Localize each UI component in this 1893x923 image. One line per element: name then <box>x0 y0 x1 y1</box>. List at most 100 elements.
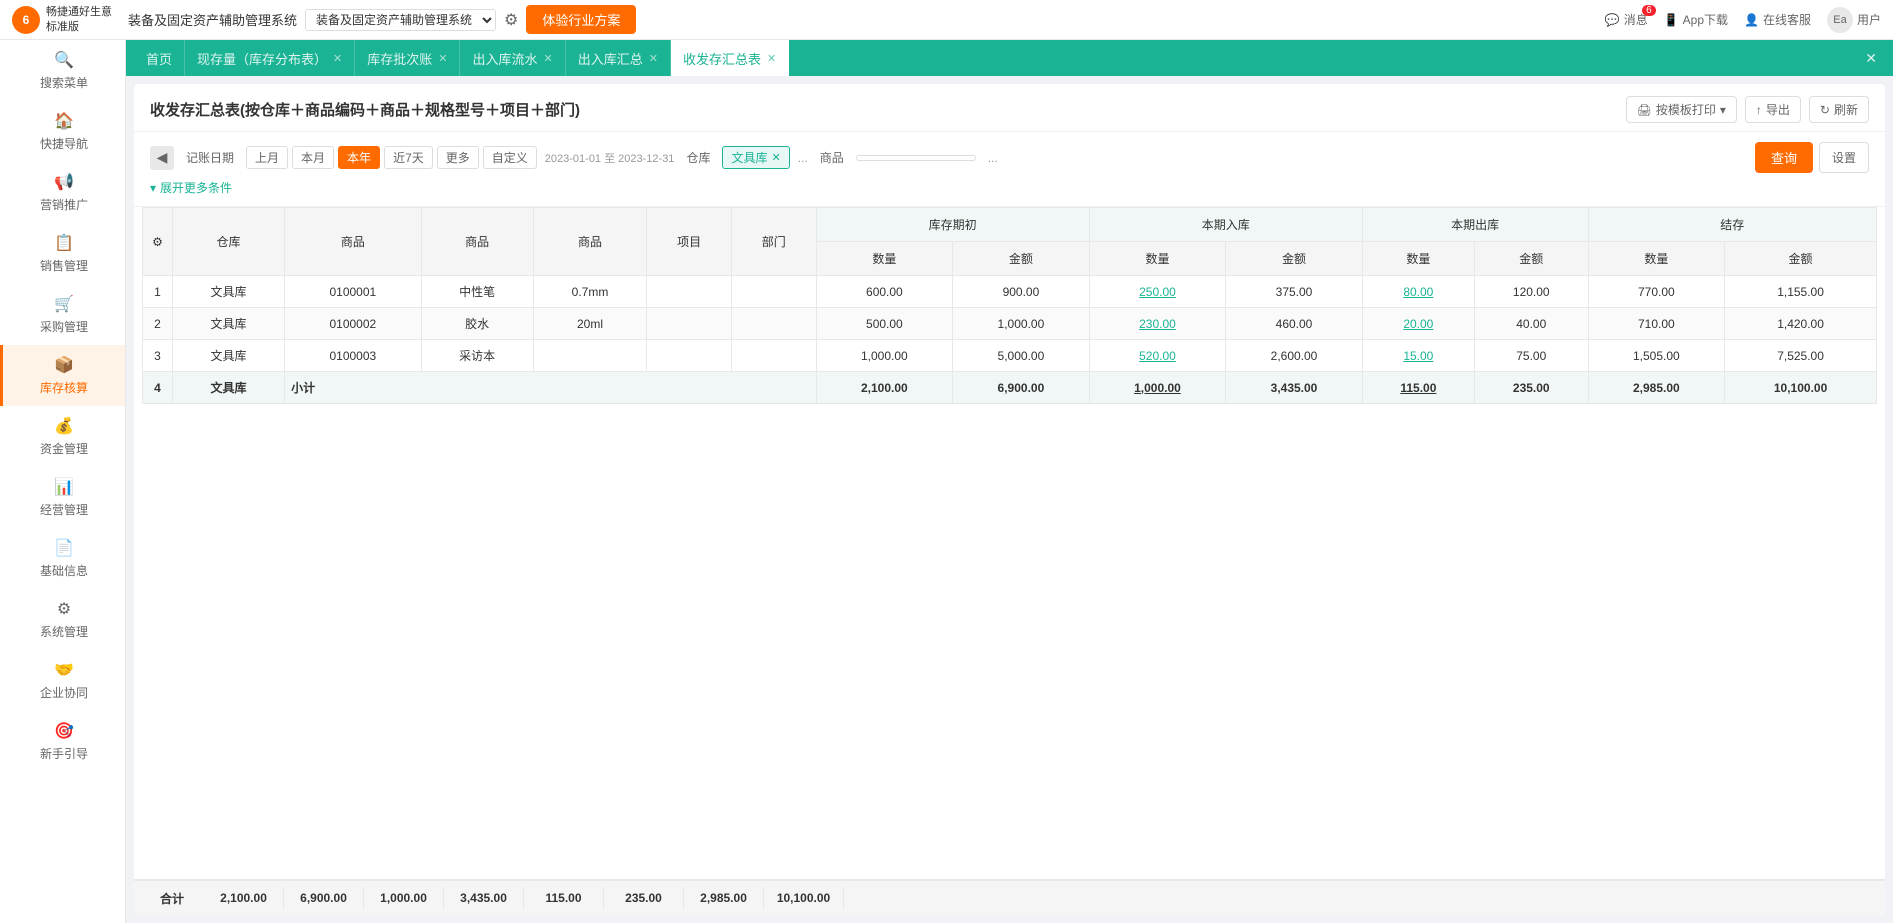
sidebar-item-finance[interactable]: 💰 资金管理 <box>0 406 125 467</box>
sidebar-item-operations[interactable]: 📊 经营管理 <box>0 467 125 528</box>
col-product-name-header: 商品 <box>421 208 533 276</box>
row-spec <box>533 340 647 372</box>
sidebar: 🔍 搜索菜单 🏠 快捷导航 📢 营销推广 📋 销售管理 🛒 采购管理 📦 <box>0 40 126 923</box>
col-group-out: 本期出库 <box>1362 208 1588 242</box>
sidebar-item-marketing[interactable]: 📢 营销推广 <box>0 162 125 223</box>
table-row: 3 文具库 0100003 采访本 1,000.00 5,000.00 520.… <box>143 340 1877 372</box>
gear-button[interactable]: ⚙ <box>504 10 518 30</box>
table-area: ⚙ 仓库 商品 商品 商品 项目 部门 库存期初 本期入库 本期出库 结存 <box>134 207 1885 879</box>
sidebar-item-inventory[interactable]: 📦 库存核算 <box>0 345 125 406</box>
query-button[interactable]: 查询 <box>1755 142 1813 173</box>
table-row: 1 文具库 0100001 中性笔 0.7mm 600.00 900.00 25… <box>143 276 1877 308</box>
filter-area: ◀ 记账日期 上月 本月 本年 近7天 更多 自定义 2023-01-01 至 … <box>134 132 1885 207</box>
online-service-button[interactable]: 👤 在线客服 <box>1744 11 1811 28</box>
sidebar-item-label: 营销推广 <box>40 196 88 213</box>
home-icon: 🏠 <box>54 111 74 131</box>
message-button[interactable]: 💬 消息 6 <box>1605 11 1648 28</box>
tab-batch[interactable]: 库存批次账 ✕ <box>355 40 460 76</box>
sidebar-item-purchase[interactable]: 🛒 采购管理 <box>0 284 125 345</box>
trial-button[interactable]: 体验行业方案 <box>526 5 636 34</box>
row-opening-amt: 900.00 <box>953 276 1090 308</box>
row-dept <box>731 308 816 340</box>
sidebar-item-label: 搜索菜单 <box>40 74 88 91</box>
sidebar-item-label: 经营管理 <box>40 501 88 518</box>
row-opening-amt: 5,000.00 <box>953 340 1090 372</box>
col-group-closing: 结存 <box>1588 208 1876 242</box>
finance-icon: 💰 <box>54 416 74 436</box>
sidebar-item-basic-info[interactable]: 📄 基础信息 <box>0 528 125 589</box>
row-out-qty[interactable]: 15.00 <box>1362 340 1474 372</box>
date-btn-custom[interactable]: 自定义 <box>483 146 537 169</box>
tab-inventory-dist[interactable]: 现存量（库存分布表） ✕ <box>185 40 355 76</box>
col-warehouse-header: 仓库 <box>173 208 285 276</box>
row-out-amt: 120.00 <box>1474 276 1588 308</box>
product-more[interactable]: ... <box>988 151 998 165</box>
product-input[interactable] <box>856 155 976 161</box>
tab-home[interactable]: 首页 <box>134 40 185 76</box>
sidebar-item-enterprise[interactable]: 🤝 企业协同 <box>0 650 125 711</box>
system-dropdown[interactable]: 装备及固定资产辅助管理系统 <box>305 9 496 31</box>
sidebar-item-system[interactable]: ⚙ 系统管理 <box>0 589 125 650</box>
settings-button[interactable]: 设置 <box>1819 142 1869 173</box>
tab-close-batch[interactable]: ✕ <box>438 52 447 65</box>
row-closing-qty: 770.00 <box>1588 276 1725 308</box>
sidebar-item-guide[interactable]: 🎯 新手引导 <box>0 711 125 772</box>
tab-close-summary[interactable]: ✕ <box>649 52 658 65</box>
tab-close-flow[interactable]: ✕ <box>544 52 553 65</box>
refresh-button[interactable]: ↻ 刷新 <box>1809 96 1869 123</box>
date-btn-more[interactable]: 更多 <box>437 146 479 169</box>
row-product-code: 0100001 <box>285 276 422 308</box>
col-spec-header: 商品 <box>533 208 647 276</box>
tab-close-receive-summary[interactable]: ✕ <box>767 52 776 65</box>
tab-receive-summary[interactable]: 收发存汇总表 ✕ <box>671 40 789 76</box>
row-in-amt: 2,600.00 <box>1226 340 1363 372</box>
app-download-button[interactable]: 📱 App下载 <box>1664 11 1728 28</box>
print-button[interactable]: 🖨 按模板打印 ▾ <box>1626 96 1737 123</box>
sidebar-item-label: 快捷导航 <box>40 135 88 152</box>
row-in-qty[interactable]: 230.00 <box>1089 308 1226 340</box>
page-actions: 🖨 按模板打印 ▾ ↑ 导出 ↻ 刷新 <box>1626 96 1869 123</box>
warehouse-label: 仓库 <box>686 149 710 166</box>
warehouse-more[interactable]: ... <box>798 151 808 165</box>
row-no: 1 <box>143 276 173 308</box>
row-in-qty[interactable]: 520.00 <box>1089 340 1226 372</box>
row-in-qty[interactable]: 250.00 <box>1089 276 1226 308</box>
col-closing-qty: 数量 <box>1588 242 1725 276</box>
product-label: 商品 <box>820 149 844 166</box>
user-area[interactable]: Ea 用户 <box>1827 7 1881 33</box>
row-product-code: 0100003 <box>285 340 422 372</box>
row-out-qty[interactable]: 80.00 <box>1362 276 1474 308</box>
row-no: 2 <box>143 308 173 340</box>
tab-summary[interactable]: 出入库汇总 ✕ <box>566 40 671 76</box>
date-btn-this-month[interactable]: 本月 <box>292 146 334 169</box>
sidebar-item-sales[interactable]: 📋 销售管理 <box>0 223 125 284</box>
total-opening-qty: 2,100.00 <box>204 887 284 909</box>
tab-flow[interactable]: 出入库流水 ✕ <box>460 40 565 76</box>
expand-button[interactable]: ▾ 展开更多条件 <box>150 179 1869 196</box>
logo-icon: 6 <box>12 6 40 34</box>
table-settings-icon[interactable]: ⚙ <box>143 208 173 276</box>
date-btn-7days[interactable]: 近7天 <box>384 146 433 169</box>
subtotal-row: 4 文具库 小计 2,100.00 6,900.00 1,000.00 3,43… <box>143 372 1877 404</box>
date-btn-last-month[interactable]: 上月 <box>246 146 288 169</box>
table-row: 2 文具库 0100002 胶水 20ml 500.00 1,000.00 23… <box>143 308 1877 340</box>
print-icon: 🖨 <box>1637 103 1652 117</box>
subtotal-label: 小计 <box>285 372 817 404</box>
row-closing-qty: 710.00 <box>1588 308 1725 340</box>
date-btn-this-year[interactable]: 本年 <box>338 146 380 169</box>
row-closing-amt: 7,525.00 <box>1725 340 1877 372</box>
total-out-amt: 235.00 <box>604 887 684 909</box>
warehouse-tag[interactable]: 文具库 ✕ <box>722 146 789 169</box>
col-opening-qty: 数量 <box>816 242 953 276</box>
close-all-tabs[interactable]: ✕ <box>1857 50 1885 67</box>
filter-toggle[interactable]: ◀ <box>150 146 174 170</box>
row-out-qty[interactable]: 20.00 <box>1362 308 1474 340</box>
sidebar-item-quick-nav[interactable]: 🏠 快捷导航 <box>0 101 125 162</box>
tab-close-inventory-dist[interactable]: ✕ <box>333 52 342 65</box>
sidebar-item-search[interactable]: 🔍 搜索菜单 <box>0 40 125 101</box>
tabs-bar: 首页 现存量（库存分布表） ✕ 库存批次账 ✕ 出入库流水 ✕ 出入库汇总 ✕ <box>126 40 1893 76</box>
warehouse-tag-close[interactable]: ✕ <box>771 151 780 164</box>
row-in-amt: 460.00 <box>1226 308 1363 340</box>
export-button[interactable]: ↑ 导出 <box>1745 96 1801 123</box>
subtotal-closing-amt: 10,100.00 <box>1725 372 1877 404</box>
